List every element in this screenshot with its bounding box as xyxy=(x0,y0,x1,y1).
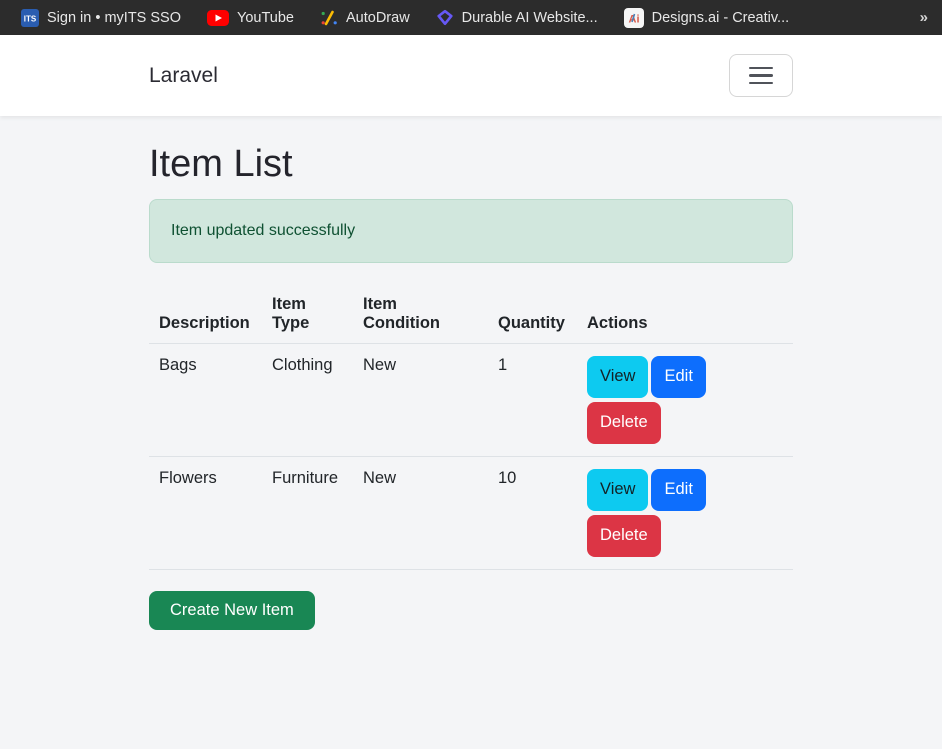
bookmark-myits-sso[interactable]: ITS Sign in • myITS SSO xyxy=(8,0,194,35)
bookmark-designsai[interactable]: Ai Designs.ai - Creativ... xyxy=(611,0,803,35)
cell-quantity: 1 xyxy=(488,343,577,457)
cell-item-condition: New xyxy=(353,456,488,570)
edit-button[interactable]: Edit xyxy=(651,356,706,398)
delete-button[interactable]: Delete xyxy=(587,514,661,557)
svg-text:ITS: ITS xyxy=(24,14,37,23)
create-new-item-button[interactable]: Create New Item xyxy=(149,590,315,630)
table-header-row: Description Item Type Item Condition Qua… xyxy=(149,287,793,344)
bookmark-youtube[interactable]: YouTube xyxy=(194,0,307,35)
cell-item-condition: New xyxy=(353,343,488,457)
bookmark-label: Sign in • myITS SSO xyxy=(47,9,182,26)
cell-description: Bags xyxy=(149,343,262,457)
autodraw-icon xyxy=(320,9,338,27)
cell-item-type: Clothing xyxy=(262,343,353,457)
cell-actions: View Edit Delete xyxy=(577,343,793,457)
brand-link[interactable]: Laravel xyxy=(149,64,218,88)
youtube-icon xyxy=(207,9,230,26)
cell-actions: View Edit Delete xyxy=(577,456,793,570)
bookmark-label: YouTube xyxy=(237,9,294,26)
hamburger-icon xyxy=(749,66,773,85)
bookmark-autodraw[interactable]: AutoDraw xyxy=(307,0,423,35)
table-row: Flowers Furniture New 10 View Edit Delet… xyxy=(149,456,793,570)
bookmark-label: AutoDraw xyxy=(346,9,410,26)
header-actions: Actions xyxy=(577,287,793,344)
cell-item-type: Furniture xyxy=(262,456,353,570)
items-table: Description Item Type Item Condition Qua… xyxy=(149,287,793,570)
bookmarks-bar: ITS Sign in • myITS SSO YouTube AutoDraw xyxy=(0,0,942,35)
bookmark-durable[interactable]: Durable AI Website... xyxy=(423,0,611,35)
cell-description: Flowers xyxy=(149,456,262,570)
main-content: Item List Item updated successfully Desc… xyxy=(149,116,793,630)
header-item-type: Item Type xyxy=(262,287,353,344)
durable-icon xyxy=(436,9,454,26)
header-description: Description xyxy=(149,287,262,344)
cell-quantity: 10 xyxy=(488,456,577,570)
bookmark-label: Designs.ai - Creativ... xyxy=(651,9,790,26)
designsai-icon: Ai xyxy=(623,7,644,28)
its-icon: ITS xyxy=(21,8,39,27)
view-button[interactable]: View xyxy=(587,356,649,398)
bookmark-label: Durable AI Website... xyxy=(461,9,598,26)
navbar: Laravel xyxy=(0,35,942,116)
table-row: Bags Clothing New 1 View Edit Delete xyxy=(149,343,793,457)
header-item-condition: Item Condition xyxy=(353,287,488,344)
view-button[interactable]: View xyxy=(587,468,649,511)
success-alert: Item updated successfully xyxy=(149,199,793,263)
alert-message: Item updated successfully xyxy=(171,222,356,239)
navbar-toggler-button[interactable] xyxy=(729,54,793,97)
page-title: Item List xyxy=(149,143,293,185)
delete-button[interactable]: Delete xyxy=(587,401,661,444)
header-quantity: Quantity xyxy=(488,287,577,344)
bookmarks-overflow-chevron-icon[interactable]: » xyxy=(906,9,942,26)
edit-button[interactable]: Edit xyxy=(651,468,706,511)
